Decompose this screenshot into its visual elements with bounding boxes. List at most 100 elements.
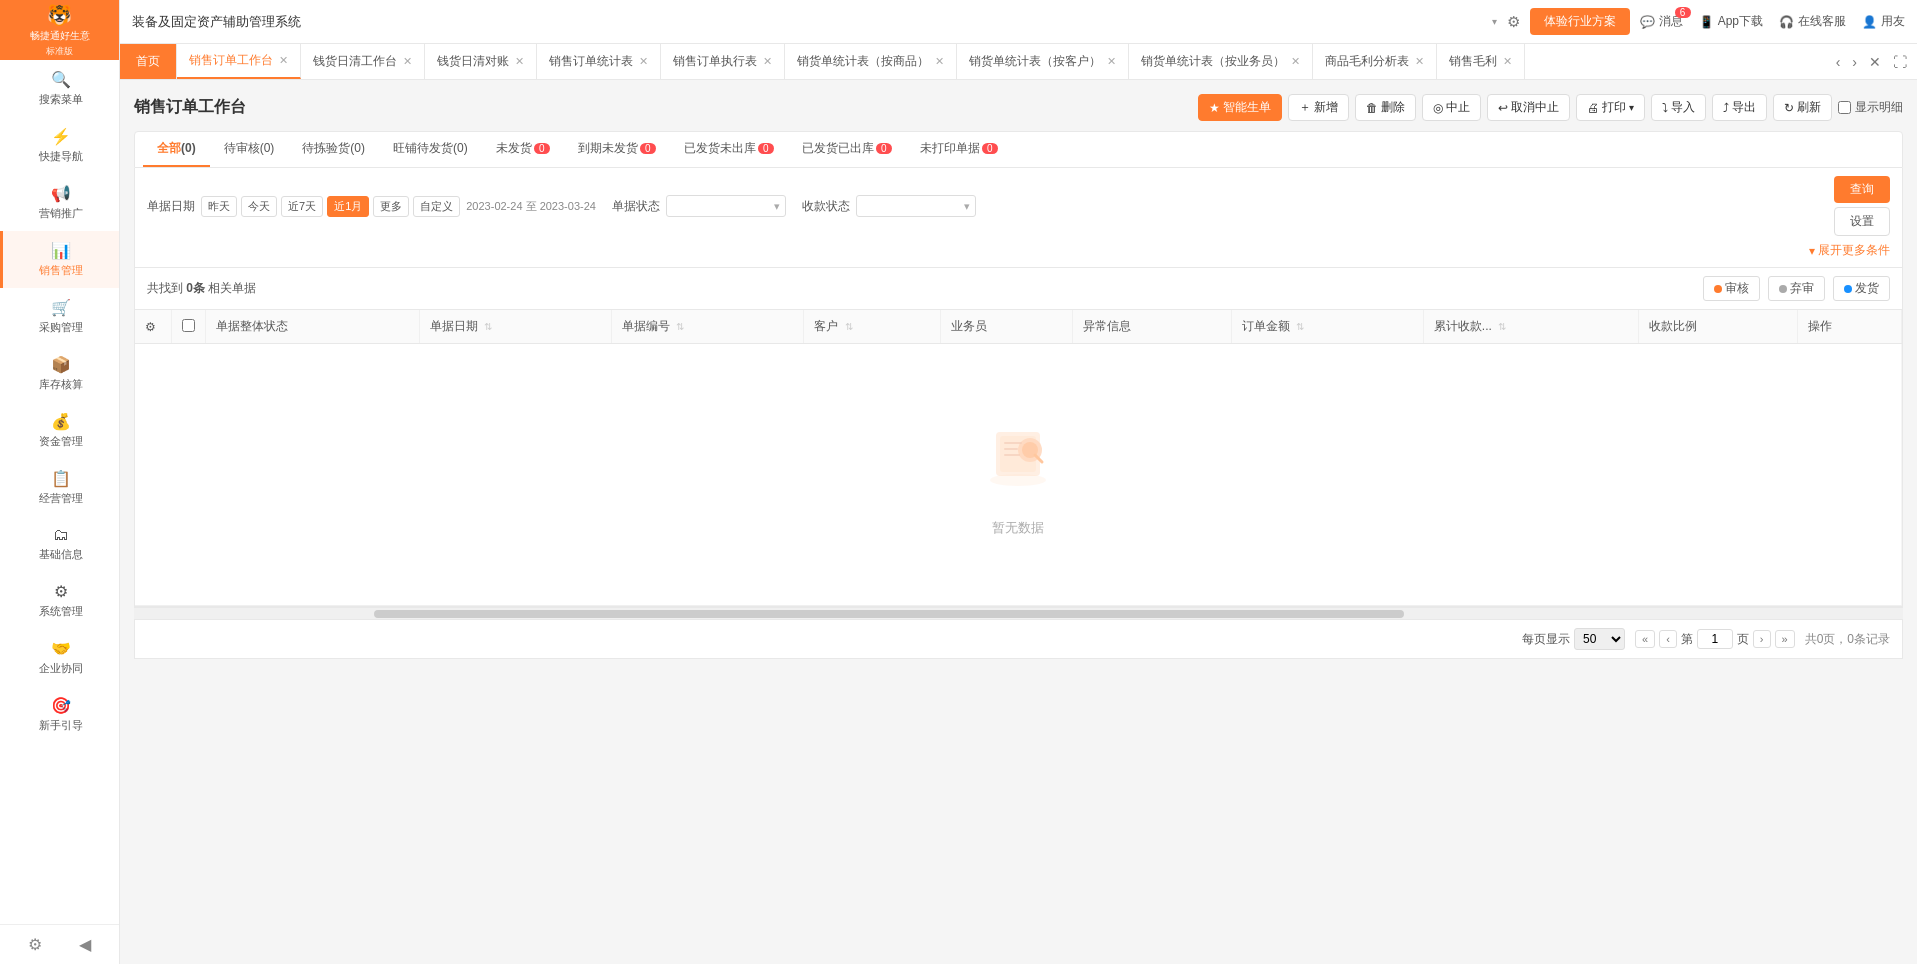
tab-fullscreen-btn[interactable]: ⛶	[1889, 52, 1911, 72]
ship-btn[interactable]: 发货	[1833, 276, 1890, 301]
date-more-btn[interactable]: 更多	[373, 196, 409, 217]
system-dropdown-arrow[interactable]: ▾	[1492, 16, 1497, 27]
tab-sales-exec[interactable]: 销售订单执行表 ✕	[661, 44, 785, 79]
th-collected[interactable]: 累计收款... ⇅	[1423, 310, 1638, 344]
review-btn[interactable]: 审核	[1703, 276, 1760, 301]
th-settings[interactable]: ⚙	[135, 310, 171, 344]
show-detail-check-input[interactable]	[1838, 101, 1851, 114]
delete-btn[interactable]: 🗑 删除	[1355, 94, 1416, 121]
tab-cash-daily[interactable]: 钱货日清工作台 ✕	[301, 44, 425, 79]
topbar-settings-icon[interactable]: ⚙	[1507, 13, 1520, 31]
tab-goods-stats-customer-close[interactable]: ✕	[1107, 55, 1116, 68]
page-input[interactable]	[1697, 629, 1733, 649]
next-page-btn[interactable]: ›	[1753, 630, 1771, 648]
date-yesterday-btn[interactable]: 昨天	[201, 196, 237, 217]
subtab-shipped-in[interactable]: 已发货已出库0	[788, 132, 906, 167]
subtab-shipped-not-in[interactable]: 已发货未出库0	[670, 132, 788, 167]
message-action[interactable]: 💬 6 消息	[1640, 13, 1683, 30]
sidebar-item-quick-nav[interactable]: ⚡ 快捷导航	[0, 117, 119, 174]
export-btn[interactable]: ⤴ 导出	[1712, 94, 1767, 121]
add-btn[interactable]: ＋ 新增	[1288, 94, 1349, 121]
tab-goods-stats-staff[interactable]: 销货单统计表（按业务员） ✕	[1129, 44, 1313, 79]
app-download-action[interactable]: 📱 App下载	[1699, 13, 1763, 30]
subtab-pending-check[interactable]: 待拣验货(0)	[288, 132, 379, 167]
tab-sales-stats[interactable]: 销售订单统计表 ✕	[537, 44, 661, 79]
th-date[interactable]: 单据日期 ⇅	[419, 310, 611, 344]
import-btn[interactable]: ⤵ 导入	[1651, 94, 1706, 121]
last-page-btn[interactable]: »	[1775, 630, 1795, 648]
tab-cash-account[interactable]: 钱货日清对账 ✕	[425, 44, 537, 79]
subtab-not-printed[interactable]: 未打印单据0	[906, 132, 1012, 167]
sidebar-item-sales[interactable]: 📊 销售管理	[0, 231, 119, 288]
page-size-dropdown[interactable]: 20 50 100	[1574, 628, 1625, 650]
smart-create-btn[interactable]: ★ 智能生单	[1198, 94, 1282, 121]
tab-sales-order-close[interactable]: ✕	[279, 54, 288, 67]
th-amount[interactable]: 订单金额 ⇅	[1231, 310, 1423, 344]
print-btn[interactable]: 🖨 打印 ▾	[1576, 94, 1645, 121]
tab-prev-btn[interactable]: ‹	[1832, 52, 1845, 72]
sidebar-item-search[interactable]: 🔍 搜索菜单	[0, 60, 119, 117]
sidebar-item-label: 采购管理	[39, 320, 83, 335]
th-number[interactable]: 单据编号 ⇅	[612, 310, 804, 344]
show-detail-checkbox[interactable]: 显示明细	[1838, 99, 1903, 116]
cancel-stop-btn[interactable]: ↩ 取消中止	[1487, 94, 1570, 121]
tab-gross-profit-close[interactable]: ✕	[1415, 55, 1424, 68]
filter-status-select[interactable]	[666, 195, 786, 217]
date-today-btn[interactable]: 今天	[241, 196, 277, 217]
sidebar-item-purchase[interactable]: 🛒 采购管理	[0, 288, 119, 345]
sidebar-item-finance[interactable]: 💰 资金管理	[0, 402, 119, 459]
set-btn[interactable]: 设置	[1834, 207, 1890, 236]
tab-home[interactable]: 首页	[120, 44, 177, 79]
subtab-bar: 全部(0) 待审核(0) 待拣验货(0) 旺铺待发货(0) 未发货0 到期未发货…	[134, 131, 1903, 168]
sidebar-item-operations[interactable]: 📋 经营管理	[0, 459, 119, 516]
sidebar-item-enterprise[interactable]: 🤝 企业协同	[0, 629, 119, 686]
tab-goods-stats-staff-label: 销货单统计表（按业务员）	[1141, 53, 1285, 70]
sidebar-item-inventory[interactable]: 📦 库存核算	[0, 345, 119, 402]
tab-next-btn[interactable]: ›	[1848, 52, 1861, 72]
tab-close-all-btn[interactable]: ✕	[1865, 52, 1885, 72]
tab-sales-profit-close[interactable]: ✕	[1503, 55, 1512, 68]
tab-cash-account-close[interactable]: ✕	[515, 55, 524, 68]
refresh-btn[interactable]: ↻ 刷新	[1773, 94, 1832, 121]
th-customer[interactable]: 客户 ⇅	[804, 310, 941, 344]
filter-status-wrap	[666, 195, 786, 217]
sidebar-item-guide[interactable]: 🎯 新手引导	[0, 686, 119, 743]
tab-goods-stats-product[interactable]: 销货单统计表（按商品） ✕	[785, 44, 957, 79]
tab-sales-exec-close[interactable]: ✕	[763, 55, 772, 68]
subtab-all[interactable]: 全部(0)	[143, 132, 210, 167]
tab-goods-stats-customer[interactable]: 销货单统计表（按客户） ✕	[957, 44, 1129, 79]
filter-payment-select[interactable]	[856, 195, 976, 217]
tab-gross-profit[interactable]: 商品毛利分析表 ✕	[1313, 44, 1437, 79]
stop-btn[interactable]: ◎ 中止	[1422, 94, 1481, 121]
tab-goods-stats-product-close[interactable]: ✕	[935, 55, 944, 68]
tab-goods-stats-staff-close[interactable]: ✕	[1291, 55, 1300, 68]
hscroll-bar[interactable]	[134, 607, 1903, 619]
hscroll-thumb[interactable]	[374, 610, 1404, 618]
subtab-pending-review[interactable]: 待审核(0)	[210, 132, 289, 167]
sidebar-item-marketing[interactable]: 📢 营销推广	[0, 174, 119, 231]
tab-sales-stats-close[interactable]: ✕	[639, 55, 648, 68]
tab-sales-order[interactable]: 销售订单工作台 ✕	[177, 44, 301, 79]
tab-sales-profit[interactable]: 销售毛利 ✕	[1437, 44, 1525, 79]
date-custom-btn[interactable]: 自定义	[413, 196, 460, 217]
subtab-wangpu[interactable]: 旺铺待发货(0)	[379, 132, 482, 167]
user-action[interactable]: 👤 用友	[1862, 13, 1905, 30]
expand-btn[interactable]: ▾ 展开更多条件	[1809, 242, 1890, 259]
first-page-btn[interactable]: «	[1635, 630, 1655, 648]
subtab-not-shipped[interactable]: 未发货0	[482, 132, 564, 167]
online-service-action[interactable]: 🎧 在线客服	[1779, 13, 1846, 30]
industry-btn[interactable]: 体验行业方案	[1530, 8, 1630, 35]
date-7days-btn[interactable]: 近7天	[281, 196, 323, 217]
sidebar-settings-icon[interactable]: ⚙	[28, 935, 42, 954]
th-check[interactable]	[171, 310, 205, 344]
subtab-expired-not-shipped[interactable]: 到期未发货0	[564, 132, 670, 167]
tab-cash-daily-close[interactable]: ✕	[403, 55, 412, 68]
sidebar-collapse-icon[interactable]: ◀	[79, 935, 91, 954]
query-btn[interactable]: 查询	[1834, 176, 1890, 203]
sidebar-item-base-info[interactable]: 🗂 基础信息	[0, 516, 119, 572]
date-1month-btn[interactable]: 近1月	[327, 196, 369, 217]
select-all-checkbox[interactable]	[182, 319, 195, 332]
sidebar-item-system[interactable]: ⚙ 系统管理	[0, 572, 119, 629]
cancel-review-btn[interactable]: 弃审	[1768, 276, 1825, 301]
prev-page-btn[interactable]: ‹	[1659, 630, 1677, 648]
